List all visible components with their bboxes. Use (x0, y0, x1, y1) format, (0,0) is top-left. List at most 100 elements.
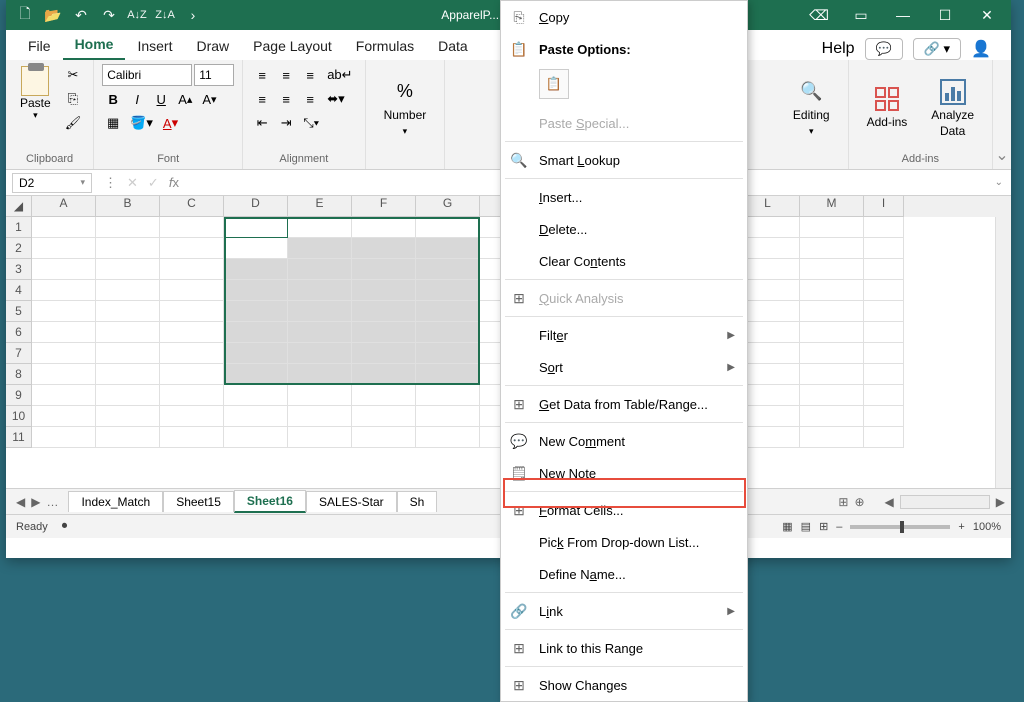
cell[interactable] (288, 280, 352, 301)
cell[interactable] (32, 322, 96, 343)
cell[interactable] (96, 427, 160, 448)
open-file-icon[interactable]: 📂 (44, 6, 62, 24)
sort-desc-icon[interactable]: Z↓A (156, 6, 174, 24)
cell[interactable] (800, 280, 864, 301)
cell[interactable] (352, 238, 416, 259)
cell[interactable] (416, 406, 480, 427)
cell[interactable] (800, 259, 864, 280)
minimize-button[interactable]: — (883, 1, 923, 29)
tab-file[interactable]: File (16, 32, 63, 60)
cell[interactable] (288, 322, 352, 343)
align-middle-button[interactable]: ≡ (275, 64, 297, 86)
cell[interactable] (96, 322, 160, 343)
row-header[interactable]: 1 (6, 217, 32, 238)
zoom-slider[interactable] (850, 525, 950, 529)
cell[interactable] (352, 322, 416, 343)
cell[interactable] (224, 217, 288, 238)
underline-button[interactable]: U (150, 88, 172, 110)
col-header[interactable]: I (864, 196, 904, 217)
col-header[interactable]: D (224, 196, 288, 217)
cell[interactable] (224, 280, 288, 301)
cut-button[interactable]: ✂ (61, 64, 86, 86)
cell[interactable] (288, 427, 352, 448)
view-normal-icon[interactable]: ▦ (782, 520, 792, 533)
cell[interactable] (224, 238, 288, 259)
cell[interactable] (96, 364, 160, 385)
comments-button[interactable]: 💬 (865, 38, 903, 60)
maximize-button[interactable]: ☐ (925, 1, 965, 29)
cell[interactable] (32, 301, 96, 322)
col-header[interactable]: A (32, 196, 96, 217)
cell[interactable] (800, 322, 864, 343)
merge-button[interactable]: ⬌▾ (323, 88, 348, 110)
cell[interactable] (864, 280, 904, 301)
borders-button[interactable]: ▦ (102, 112, 124, 134)
new-sheet-icon[interactable]: ⊕ (854, 495, 864, 509)
align-top-button[interactable]: ≡ (251, 64, 273, 86)
cell[interactable] (224, 343, 288, 364)
cell[interactable] (800, 427, 864, 448)
cm-smart-lookup[interactable]: 🔍Smart Lookup (501, 144, 747, 176)
name-box[interactable]: D2▾ (12, 173, 92, 193)
cell[interactable] (224, 322, 288, 343)
zoom-out-button[interactable]: – (836, 521, 842, 533)
cell[interactable] (864, 427, 904, 448)
number-format-button[interactable]: % Number ▾ (374, 64, 437, 151)
cell[interactable] (416, 364, 480, 385)
decrease-indent-button[interactable]: ⇤ (251, 112, 273, 134)
cell[interactable] (864, 364, 904, 385)
sheet-nav-next-icon[interactable]: ▶ (31, 495, 40, 509)
vertical-scrollbar[interactable] (995, 217, 1011, 488)
cm-filter[interactable]: Filter▶ (501, 319, 747, 351)
cm-new-note[interactable]: 🗒New Note (501, 457, 747, 489)
cell[interactable] (96, 217, 160, 238)
cell[interactable] (352, 406, 416, 427)
cell[interactable] (32, 427, 96, 448)
cell[interactable] (160, 301, 224, 322)
italic-button[interactable]: I (126, 88, 148, 110)
display-settings-icon[interactable]: ⊞ (838, 495, 848, 509)
font-name-combo[interactable] (102, 64, 192, 86)
cell[interactable] (160, 280, 224, 301)
clear-format-icon[interactable]: ⌫ (799, 1, 839, 29)
enter-formula-icon[interactable]: ✓ (148, 175, 159, 191)
hscroll-left-icon[interactable]: ◀ (885, 495, 894, 509)
cell[interactable] (352, 364, 416, 385)
align-left-button[interactable]: ≡ (251, 88, 273, 110)
cell[interactable] (160, 427, 224, 448)
cell[interactable] (224, 259, 288, 280)
close-button[interactable]: ✕ (967, 1, 1007, 29)
cell[interactable] (416, 259, 480, 280)
tab-data[interactable]: Data (426, 32, 480, 60)
cell[interactable] (96, 385, 160, 406)
cell[interactable] (864, 217, 904, 238)
increase-indent-button[interactable]: ⇥ (275, 112, 297, 134)
tab-formulas[interactable]: Formulas (344, 32, 426, 60)
align-bottom-button[interactable]: ≡ (299, 64, 321, 86)
cm-show-changes[interactable]: ⊞Show Changes (501, 669, 747, 701)
cell[interactable] (864, 301, 904, 322)
horizontal-scrollbar[interactable] (900, 495, 990, 509)
view-page-icon[interactable]: ▤ (801, 520, 811, 533)
row-header[interactable]: 11 (6, 427, 32, 448)
sheet-nav-more-icon[interactable]: … (46, 495, 58, 509)
col-header[interactable]: B (96, 196, 160, 217)
cm-define-name[interactable]: Define Name... (501, 558, 747, 590)
wrap-text-button[interactable]: ab↵ (323, 64, 356, 86)
macro-record-icon[interactable]: ⏺ (62, 520, 68, 533)
row-header[interactable]: 7 (6, 343, 32, 364)
cell[interactable] (416, 322, 480, 343)
cell[interactable] (96, 343, 160, 364)
cell[interactable] (96, 301, 160, 322)
col-header[interactable]: E (288, 196, 352, 217)
cell[interactable] (32, 343, 96, 364)
row-header[interactable]: 9 (6, 385, 32, 406)
cell[interactable] (864, 322, 904, 343)
col-header[interactable]: M (800, 196, 864, 217)
undo-icon[interactable]: ↶ (72, 6, 90, 24)
cell[interactable] (32, 280, 96, 301)
cell[interactable] (864, 259, 904, 280)
sheet-tab[interactable]: Sh (397, 491, 438, 512)
cell[interactable] (352, 301, 416, 322)
qat-more-icon[interactable]: › (184, 6, 202, 24)
